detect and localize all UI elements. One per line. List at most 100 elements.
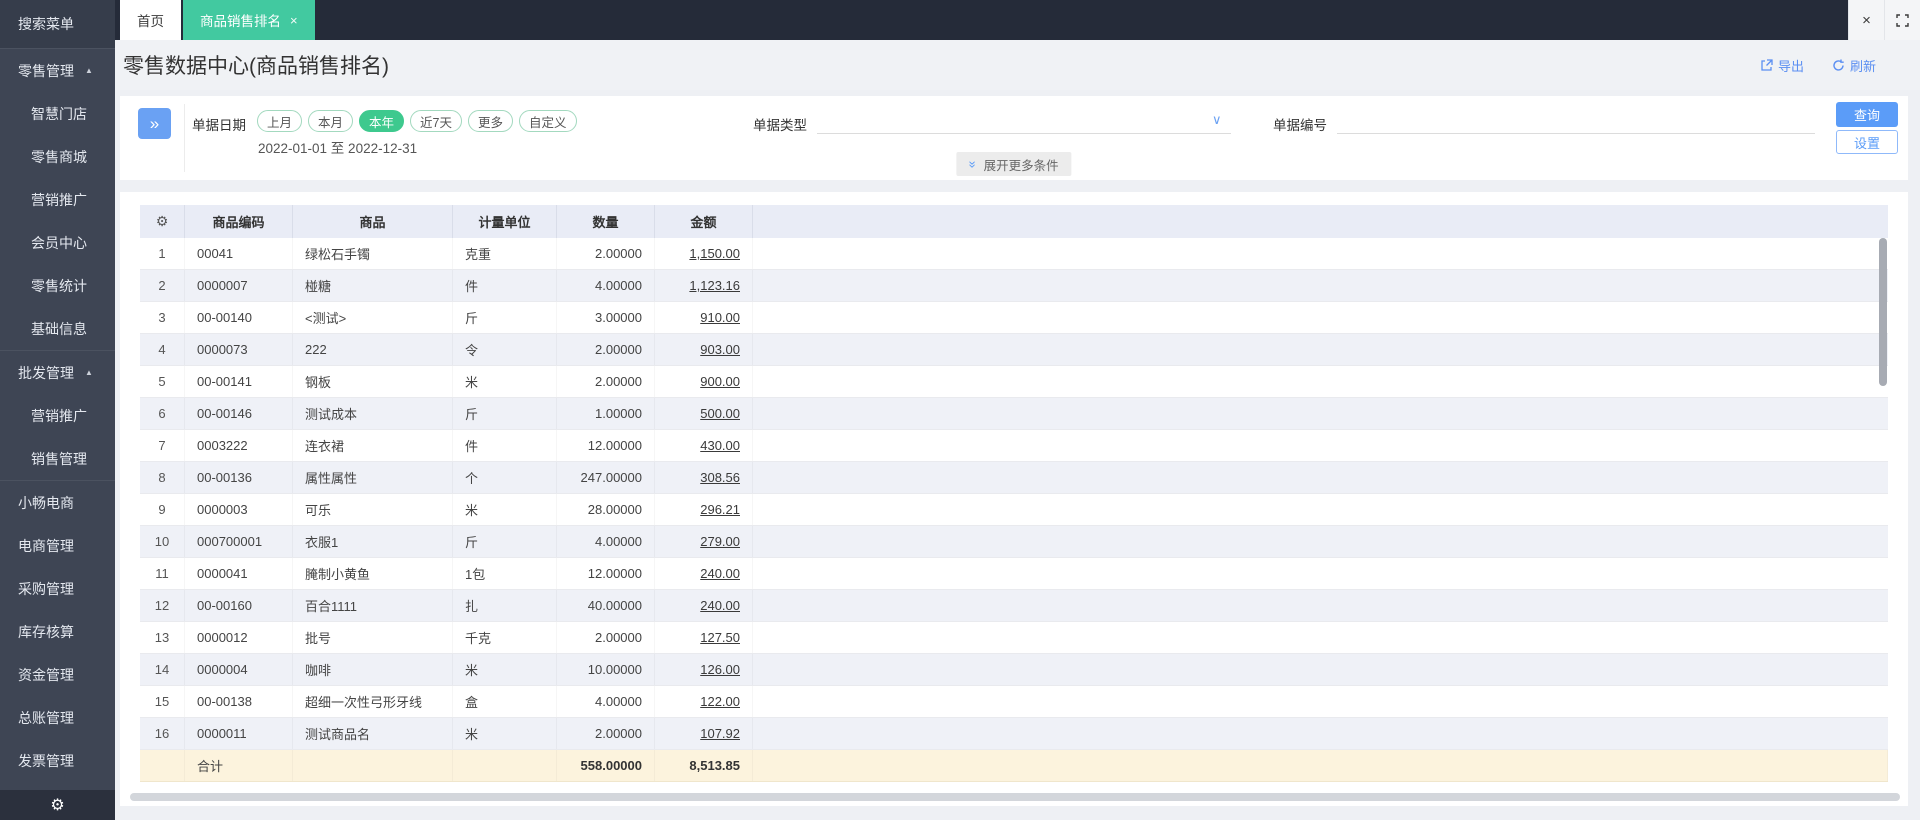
chevron-down-icon[interactable]: ∨ [1212,113,1222,126]
amount-link[interactable]: 910.00 [700,310,740,325]
sidebar-item-label: 采购管理 [18,580,74,597]
refresh-button[interactable]: 刷新 [1832,56,1876,75]
sidebar-item-小畅电商[interactable]: 小畅电商 [0,481,115,524]
sidebar-item-销售管理[interactable]: 销售管理 [0,437,115,480]
tab-close-icon[interactable]: × [290,13,298,28]
date-pill-更多[interactable]: 更多 [468,110,514,132]
sidebar-item-智慧门店[interactable]: 智慧门店 [0,92,115,135]
cell-quantity: 10.00000 [557,654,655,685]
amount-link[interactable]: 308.56 [700,470,740,485]
cell-quantity: 4.00000 [557,526,655,557]
horizontal-scrollbar[interactable] [130,793,1900,801]
cell-product-name: 测试成本 [293,398,453,429]
table-row[interactable]: 13 0000012 批号 千克 2.00000 127.50 [140,622,1888,654]
cell-amount: 240.00 [655,590,753,621]
amount-link[interactable]: 900.00 [700,374,740,389]
cell-filler [753,686,1888,717]
cell-quantity: 2.00000 [557,366,655,397]
amount-link[interactable]: 240.00 [700,598,740,613]
fullscreen-button[interactable] [1884,0,1920,40]
table-row[interactable]: 3 00-00140 <测试> 斤 3.00000 910.00 [140,302,1888,334]
amount-link[interactable]: 296.21 [700,502,740,517]
sidebar-gear-button[interactable]: ⚙ [0,790,115,820]
sidebar-item-批发管理[interactable]: 批发管理 ▲ [0,351,115,394]
filter-panel: » 单据日期 上月 本月 本年 近7天 更多 自定义 2022-01-01 至 2022-… [120,96,1908,180]
table-row[interactable]: 11 0000041 腌制小黄鱼 1包 12.00000 240.00 [140,558,1888,590]
tab-bar: 首页 商品销售排名 × × [115,0,1920,40]
amount-link[interactable]: 903.00 [700,342,740,357]
amount-link[interactable]: 1,150.00 [689,246,740,261]
amount-link[interactable]: 1,123.16 [689,278,740,293]
sidebar-item-库存核算[interactable]: 库存核算 [0,610,115,653]
table-row[interactable]: 2 0000007 椪糖件 4.00000 1,123.16 [140,270,1888,302]
table-row[interactable]: 7 0003222 连衣裙件 12.00000 430.00 [140,430,1888,462]
amount-link[interactable]: 240.00 [700,566,740,581]
table-row[interactable]: 12 00-00160 百合1111 扎 40.00000 240.00 [140,590,1888,622]
date-pill-本年[interactable]: 本年 [359,110,405,132]
doc-number-input[interactable] [1337,108,1815,134]
date-pill-本月[interactable]: 本月 [308,110,354,132]
export-icon [1761,58,1773,71]
sidebar-item-label: 零售统计 [31,277,87,294]
collapse-filter-button[interactable]: » [138,108,171,139]
cell-product-name: <测试> [293,302,453,333]
expand-more-conditions-button[interactable]: » 展开更多条件 [956,152,1072,176]
cell-filler [753,494,1888,525]
table-row[interactable]: 15 00-00138 超细一次性弓形牙线盒 4.00000 122.00 [140,686,1888,718]
settings-button[interactable]: 设置 [1836,130,1898,154]
sidebar-item-采购管理[interactable]: 采购管理 [0,567,115,610]
table-row[interactable]: 16 0000011 测试商品名米 2.00000 107.92 [140,718,1888,750]
sidebar-item-label: 会员中心 [31,234,87,251]
cell-row-index: 10 [140,526,185,557]
date-pill-上月[interactable]: 上月 [257,110,303,132]
amount-link[interactable]: 430.00 [700,438,740,453]
date-pill-自定义[interactable]: 自定义 [519,110,577,132]
sidebar-item-label: 营销推广 [31,407,87,424]
query-button[interactable]: 查询 [1836,102,1898,127]
sidebar-item-发票管理[interactable]: 发票管理 [0,739,115,782]
doc-number-label: 单据编号 [1273,118,1327,133]
page-title: 零售数据中心(商品销售排名) [123,55,389,78]
amount-link[interactable]: 279.00 [700,534,740,549]
amount-link[interactable]: 122.00 [700,694,740,709]
amount-link[interactable]: 500.00 [700,406,740,421]
cell-product-name: 腌制小黄鱼 [293,558,453,589]
sidebar-item-资金管理[interactable]: 资金管理 [0,653,115,696]
vertical-scrollbar[interactable] [1879,238,1887,386]
sidebar-item-总账管理[interactable]: 总账管理 [0,696,115,739]
table-row[interactable]: 10 000700001 衣服1 斤 4.00000 279.00 [140,526,1888,558]
amount-link[interactable]: 107.92 [700,726,740,741]
table-row[interactable]: 1 00041 绿松石手镯 克重 2.00000 1,150.00 [140,238,1888,270]
column-settings-button[interactable]: ⚙ [140,205,185,238]
cell-amount: 1,123.16 [655,270,753,301]
sidebar-item-零售商城[interactable]: 零售商城 [0,135,115,178]
tab-home[interactable]: 首页 [120,0,181,40]
amount-link[interactable]: 127.50 [700,630,740,645]
total-label: 合计 [185,750,293,781]
cell-product-code: 00-00146 [185,398,293,429]
sidebar-item-营销推广[interactable]: 营销推广 [0,178,115,221]
sidebar-item-电商管理[interactable]: 电商管理 [0,524,115,567]
cell-product-name: 222 [293,334,453,365]
close-window-button[interactable]: × [1848,0,1884,40]
export-button[interactable]: 导出 [1760,56,1804,75]
table-row[interactable]: 6 00-00146 测试成本斤 1.00000 500.00 [140,398,1888,430]
table-row[interactable]: 14 0000004 咖啡米 10.00000 126.00 [140,654,1888,686]
cell-quantity: 12.00000 [557,430,655,461]
table-row[interactable]: 4 0000073 222 令 2.00000 903.00 [140,334,1888,366]
table-row[interactable]: 9 0000003 可乐米 28.00000 296.21 [140,494,1888,526]
cell-unit: 米 [453,366,557,397]
table-row[interactable]: 8 00-00136 属性属性个 247.00000 308.56 [140,462,1888,494]
amount-link[interactable]: 126.00 [700,662,740,677]
doc-type-select[interactable] [817,108,1231,134]
date-pill-近7天[interactable]: 近7天 [410,110,462,132]
cell-filler [753,654,1888,685]
tab-product-sales-ranking[interactable]: 商品销售排名 × [183,0,315,40]
sidebar-item-搜索菜单[interactable]: 搜索菜单 [0,0,115,48]
table-row[interactable]: 5 00-00141 钢板米 2.00000 900.00 [140,366,1888,398]
sidebar-item-营销推广[interactable]: 营销推广 [0,394,115,437]
sidebar-item-零售统计[interactable]: 零售统计 [0,264,115,307]
sidebar-item-基础信息[interactable]: 基础信息 [0,307,115,350]
sidebar-item-会员中心[interactable]: 会员中心 [0,221,115,264]
sidebar-item-零售管理[interactable]: 零售管理 ▲ [0,49,115,92]
